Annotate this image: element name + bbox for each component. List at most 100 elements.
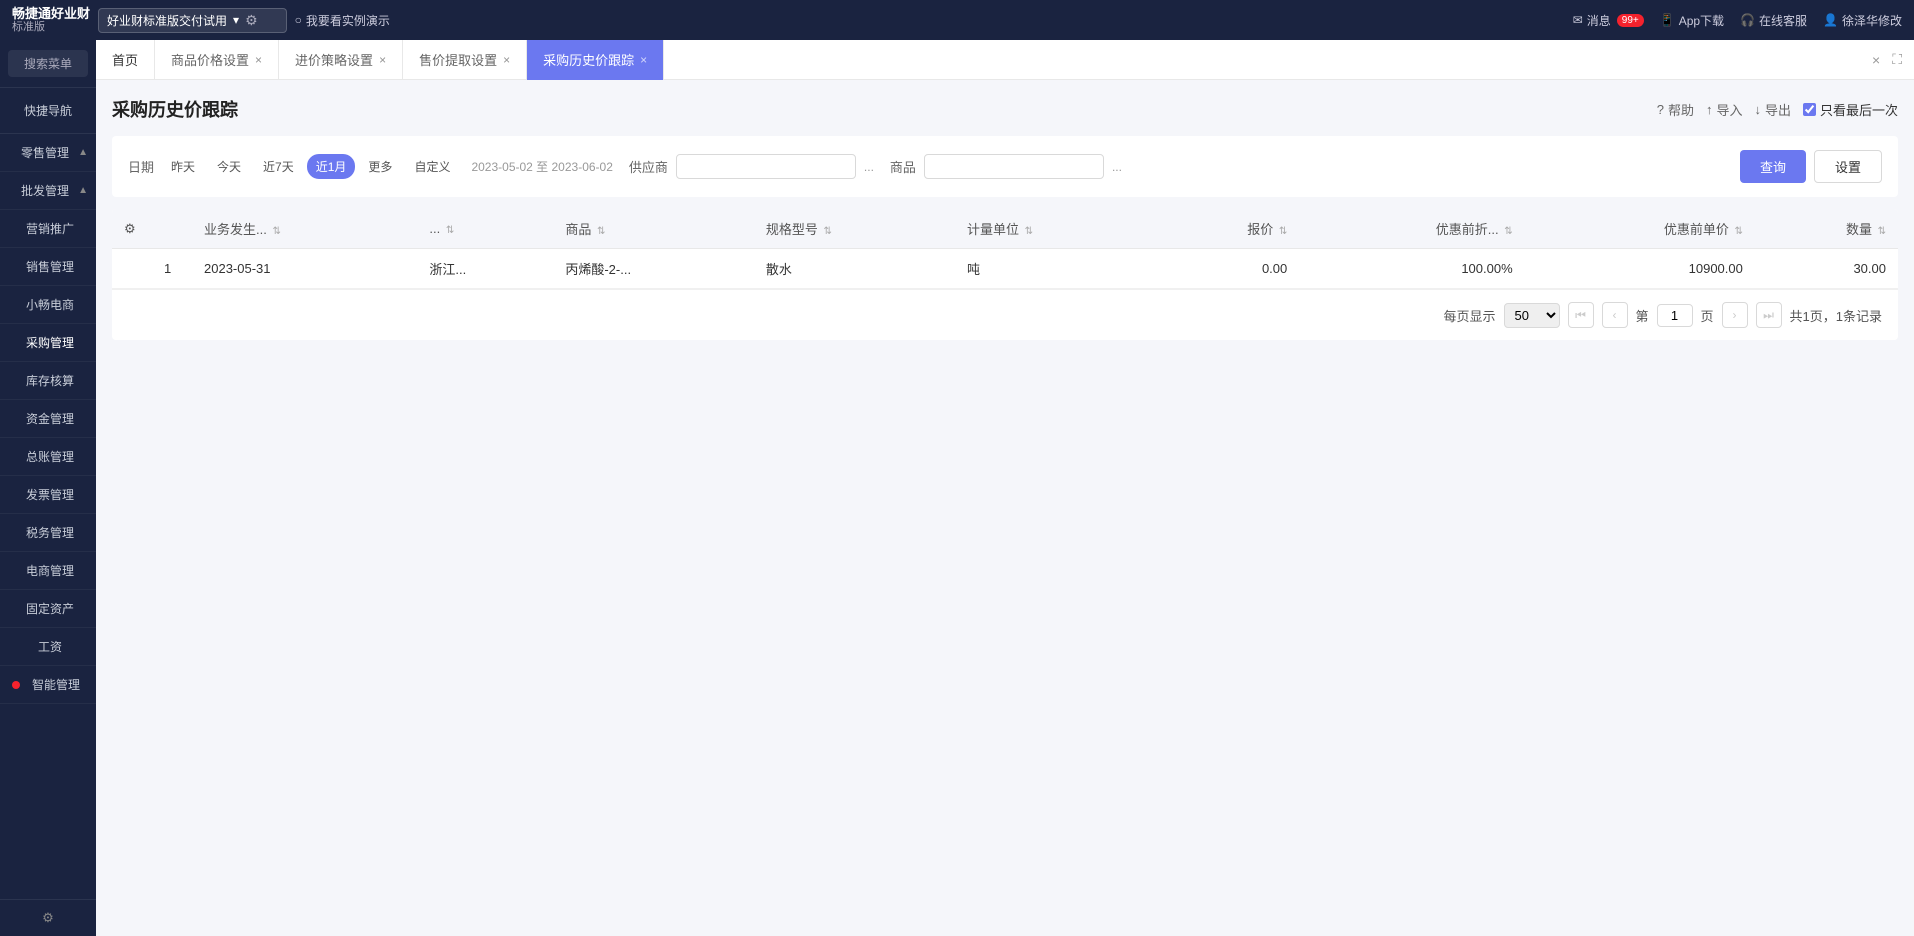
sidebar-item-wholesale[interactable]: 批发管理 ▲ (0, 172, 96, 210)
date-custom-btn[interactable]: 自定义 (405, 154, 459, 179)
sidebar-item-ecommerce[interactable]: 电商管理 (0, 552, 96, 590)
row-discount: 100.00% (1299, 249, 1524, 289)
user-menu[interactable]: 👤 徐泽华修改 (1823, 12, 1902, 29)
table-header-spec[interactable]: 规格型号 ⇅ (754, 209, 955, 249)
row-unit: 吨 (955, 249, 1156, 289)
close-tab-btn[interactable]: × (1868, 48, 1884, 72)
search-menu-btn[interactable]: 搜索菜单 (8, 50, 88, 77)
tabbar: 首页 商品价格设置 × 进价策略设置 × 售价提取设置 × 采购历史价跟踪 × … (96, 40, 1914, 80)
sidebar-item-salary[interactable]: 工资 (0, 628, 96, 666)
per-page-select[interactable]: 50 100 200 (1504, 303, 1560, 328)
sidebar-item-tax[interactable]: 税务管理 (0, 514, 96, 552)
sidebar-item-inventory[interactable]: 库存核算 (0, 362, 96, 400)
table-header-price[interactable]: 报价 ⇅ (1156, 209, 1299, 249)
sidebar-item-ecommerce-small[interactable]: 小畅电商 (0, 286, 96, 324)
main-layout: 搜索菜单 快捷导航 零售管理 ▲ 批发管理 ▲ 营销推广 销售管理 小畅电商 采… (0, 40, 1914, 936)
date-more-btn[interactable]: 更多 (359, 154, 401, 179)
version-selector[interactable]: 好业财标准版交付试用 ▾ ⚙ (98, 8, 287, 33)
last-page-btn[interactable]: ⏭ (1756, 302, 1782, 328)
maximize-tab-btn[interactable]: ⛶ (1888, 47, 1906, 72)
row-quantity: 30.00 (1755, 249, 1898, 289)
table-header-unit[interactable]: 计量单位 ⇅ (955, 209, 1156, 249)
page-header: 采购历史价跟踪 ? 帮助 ↑ 导入 ↓ 导出 (112, 96, 1898, 122)
sidebar-item-ledger[interactable]: 总账管理 (0, 438, 96, 476)
only-last-label: 只看最后一次 (1803, 100, 1898, 119)
table-header-business-date[interactable]: 业务发生... ⇅ (192, 209, 417, 249)
tabbar-actions: × ⛶ (1868, 47, 1914, 72)
table-header-row: ⚙ 业务发生... ⇅ ... ⇅ 商品 (112, 209, 1898, 249)
table-card: ⚙ 业务发生... ⇅ ... ⇅ 商品 (112, 209, 1898, 340)
sidebar-item-purchase[interactable]: 采购管理 (0, 324, 96, 362)
date-7days-btn[interactable]: 近7天 (254, 154, 303, 179)
table-header-discount[interactable]: 优惠前折... ⇅ (1299, 209, 1524, 249)
date-1month-btn[interactable]: 近1月 (307, 154, 356, 179)
tab-purchase-history[interactable]: 采购历史价跟踪 × (527, 40, 664, 80)
sort-icon-spec: ⇅ (823, 226, 831, 237)
only-last-checkbox[interactable] (1803, 103, 1816, 116)
export-btn[interactable]: ↓ 导出 (1754, 100, 1791, 119)
supplier-input[interactable] (676, 154, 856, 179)
row-seq: 1 (152, 249, 192, 289)
sort-icon-pre-discount-price: ⇅ (1734, 226, 1742, 237)
table-header-quantity[interactable]: 数量 ⇅ (1755, 209, 1898, 249)
quick-nav-btn[interactable]: 快捷导航 (0, 96, 96, 125)
data-table: ⚙ 业务发生... ⇅ ... ⇅ 商品 (112, 209, 1898, 289)
gear-icon: ⚙ (42, 910, 54, 925)
table-header-seq (152, 209, 192, 249)
table-header-goods[interactable]: 商品 ⇅ (553, 209, 754, 249)
settings-icon[interactable]: ⚙ (245, 12, 258, 29)
topbar-left: 畅捷通好业财 标准版 好业财标准版交付试用 ▾ ⚙ ○ 我要看实例演示 (12, 6, 390, 35)
sidebar-item-smart[interactable]: 智能管理 (0, 666, 96, 704)
sidebar-item-finance[interactable]: 资金管理 (0, 400, 96, 438)
sidebar-item-fixed-assets[interactable]: 固定资产 (0, 590, 96, 628)
online-service-btn[interactable]: 🎧 在线客服 (1740, 12, 1807, 29)
goods-more-btn[interactable]: ... (1112, 160, 1122, 174)
table-header-pre-discount-price[interactable]: 优惠前单价 ⇅ (1525, 209, 1755, 249)
sidebar-item-retail[interactable]: 零售管理 ▲ (0, 134, 96, 172)
sidebar: 搜索菜单 快捷导航 零售管理 ▲ 批发管理 ▲ 营销推广 销售管理 小畅电商 采… (0, 40, 96, 936)
page-input[interactable] (1657, 304, 1693, 327)
tab-sale-price[interactable]: 售价提取设置 × (403, 40, 527, 80)
sort-icon-price: ⇅ (1279, 226, 1287, 237)
app-download-btn[interactable]: 📱 App下载 (1660, 12, 1724, 29)
tab-close-price-settings[interactable]: × (255, 53, 262, 67)
date-today-btn[interactable]: 今天 (208, 154, 250, 179)
query-btn[interactable]: 查询 (1740, 150, 1806, 183)
message-btn[interactable]: ✉ 消息 99+ (1573, 12, 1644, 29)
sort-icon-col2: ⇅ (446, 225, 454, 236)
sidebar-item-sales[interactable]: 销售管理 (0, 248, 96, 286)
sidebar-item-marketing[interactable]: 营销推广 (0, 210, 96, 248)
sidebar-item-invoice[interactable]: 发票管理 (0, 476, 96, 514)
import-icon: ↑ (1706, 102, 1713, 117)
page-unit: 页 (1701, 306, 1714, 325)
tab-close-sale-price[interactable]: × (503, 53, 510, 67)
content-area: 首页 商品价格设置 × 进价策略设置 × 售价提取设置 × 采购历史价跟踪 × … (96, 40, 1914, 936)
topbar: 畅捷通好业财 标准版 好业财标准版交付试用 ▾ ⚙ ○ 我要看实例演示 ✉ 消息… (0, 0, 1914, 40)
date-range-display: 2023-05-02 至 2023-06-02 (471, 158, 612, 175)
help-btn[interactable]: ? 帮助 (1657, 100, 1694, 119)
next-page-btn[interactable]: › (1722, 302, 1748, 328)
tab-close-purchase-strategy[interactable]: × (379, 53, 386, 67)
first-page-btn[interactable]: ⏮ (1568, 302, 1594, 328)
sidebar-search-section: 搜索菜单 (0, 40, 96, 88)
tab-close-purchase-history[interactable]: × (640, 53, 647, 67)
prev-page-btn[interactable]: ‹ (1602, 302, 1628, 328)
date-yesterday-btn[interactable]: 昨天 (162, 154, 204, 179)
table-header-col2[interactable]: ... ⇅ (417, 209, 553, 249)
tab-home[interactable]: 首页 (96, 40, 155, 80)
sidebar-gear-btn[interactable]: ⚙ (0, 899, 96, 936)
tab-price-settings[interactable]: 商品价格设置 × (155, 40, 279, 80)
demo-link[interactable]: ○ 我要看实例演示 (295, 12, 390, 29)
import-btn[interactable]: ↑ 导入 (1706, 100, 1743, 119)
settings-btn[interactable]: 设置 (1814, 150, 1882, 183)
goods-input[interactable] (924, 154, 1104, 179)
tab-purchase-strategy[interactable]: 进价策略设置 × (279, 40, 403, 80)
row-price: 0.00 (1156, 249, 1299, 289)
row-business-date: 2023-05-31 (192, 249, 417, 289)
table-gear-header[interactable]: ⚙ (112, 209, 152, 249)
goods-filter-group: 商品 ... (890, 154, 1122, 179)
date-filter-group: 日期 昨天 今天 近7天 近1月 更多 自定义 2023-05-02 至 202… (128, 154, 613, 179)
supplier-more-btn[interactable]: ... (864, 160, 874, 174)
sort-icon-goods: ⇅ (597, 226, 605, 237)
row-pre-discount-price: 10900.00 (1525, 249, 1755, 289)
